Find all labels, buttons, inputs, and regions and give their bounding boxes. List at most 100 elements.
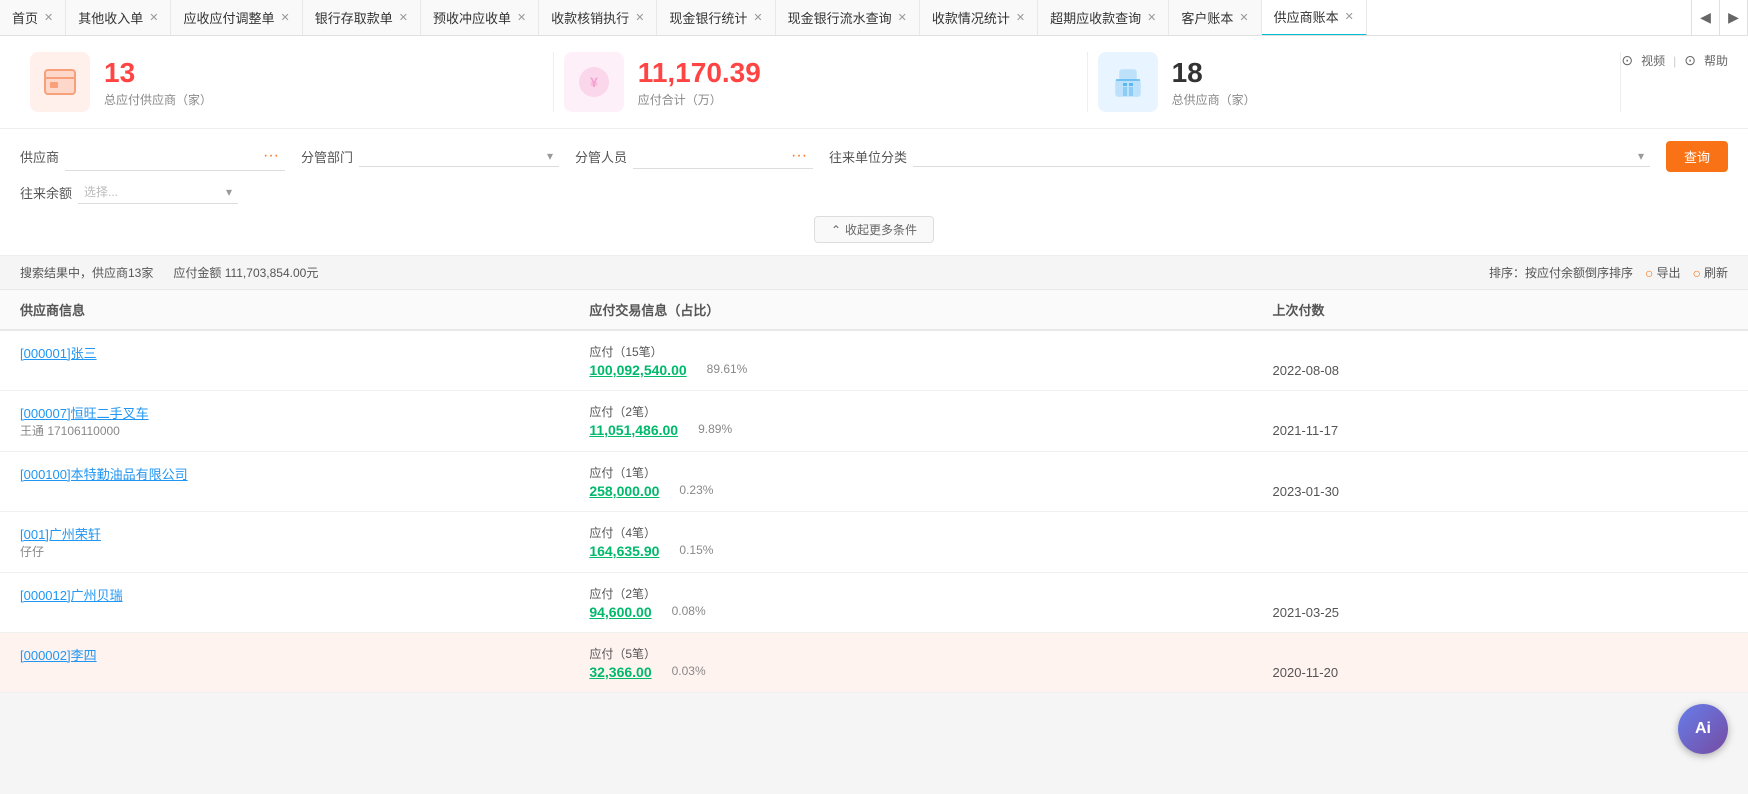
trans-label-4: 应付（2笔） [589, 585, 1272, 602]
summary-payable-number: 13 [104, 56, 212, 90]
category-select[interactable]: ▾ [913, 146, 1650, 167]
nav-tab-custbook[interactable]: 客户账本 ✕ [1169, 0, 1261, 36]
supplier-dots[interactable]: ··· [263, 147, 279, 165]
export-button[interactable]: ○ 导出 [1645, 264, 1680, 281]
refresh-button[interactable]: ○ 刷新 [1693, 264, 1728, 281]
nav-tab-income[interactable]: 其他收入单 ✕ [66, 0, 171, 36]
collapse-button[interactable]: ⌃ 收起更多条件 [814, 216, 934, 243]
table-body: [000001]张三 应付（15笔） 100,092,540.00 89.61%… [0, 331, 1748, 693]
dept-select[interactable]: ▾ [359, 146, 559, 167]
trans-label-5: 应付（5笔） [589, 645, 1272, 662]
help-link[interactable]: 帮助 [1704, 52, 1728, 69]
supplier-input[interactable] [71, 146, 259, 167]
trans-amount-0[interactable]: 100,092,540.00 [589, 362, 686, 378]
nav-tab-cashflow-close[interactable]: ✕ [898, 11, 907, 24]
refresh-circle-icon: ○ [1693, 265, 1701, 281]
header-transaction: 应付交易信息（占比） [589, 300, 1272, 319]
nav-tab-presale-close[interactable]: ✕ [517, 11, 526, 24]
nav-tab-supplierbook-close[interactable]: ✕ [1345, 10, 1354, 23]
nav-tab-home[interactable]: 首页 ✕ [0, 0, 66, 36]
results-amount-text: 应付金额 111,703,854.00元 [173, 264, 318, 281]
nav-tab-receivstat-close[interactable]: ✕ [1016, 11, 1025, 24]
filter-bar: 供应商 ··· 分管部门 ▾ 分管人员 ··· 往来单位分类 ▾ [0, 129, 1748, 256]
trans-label-0: 应付（15笔） [589, 343, 1272, 360]
nav-tab-cashflow[interactable]: 现金银行流水查询 ✕ [776, 0, 920, 36]
supplier-link-3[interactable]: [001]广州荣轩 [20, 524, 589, 543]
nav-tab-supplierbook[interactable]: 供应商账本 ✕ [1262, 0, 1367, 36]
nav-tab-verify-label: 收款核销执行 [551, 8, 629, 27]
results-summary-text: 搜索结果中，供应商13家 [20, 264, 153, 281]
transaction-info-3: 应付（4笔） 164,635.90 0.15% [589, 524, 1272, 559]
video-link[interactable]: 视频 [1641, 52, 1665, 69]
search-button[interactable]: 查询 [1666, 141, 1728, 172]
nav-tab-overdue-close[interactable]: ✕ [1147, 11, 1156, 24]
nav-tab-bank-label: 银行存取款单 [315, 8, 393, 27]
summary-amount-label: 应付合计（万） [638, 91, 761, 108]
top-navigation: 首页 ✕ 其他收入单 ✕ 应收应付调整单 ✕ 银行存取款单 ✕ 预收冲应收单 ✕… [0, 0, 1748, 36]
results-actions: 排序：按应付余额倒序排序 ○ 导出 ○ 刷新 [1489, 264, 1728, 281]
supplier-info-5: [000002]李四 [20, 645, 589, 664]
supplier-sub-3: 仔仔 [20, 545, 44, 559]
nav-tab-verify[interactable]: 收款核销执行 ✕ [539, 0, 657, 36]
transaction-info-4: 应付（2笔） 94,600.00 0.08% [589, 585, 1272, 620]
supplier-link-4[interactable]: [000012]广州贝瑞 [20, 585, 589, 604]
trans-amount-5[interactable]: 32,366.00 [589, 664, 651, 680]
filter-row-1: 供应商 ··· 分管部门 ▾ 分管人员 ··· 往来单位分类 ▾ [20, 141, 1728, 172]
nav-tab-presale[interactable]: 预收冲应收单 ✕ [421, 0, 539, 36]
filter-dept: 分管部门 ▾ [301, 146, 559, 167]
sort-label[interactable]: 排序：按应付余额倒序排序 [1489, 264, 1633, 281]
person-dots[interactable]: ··· [791, 147, 807, 165]
trans-pct-0: 89.61% [707, 362, 748, 376]
last-pay-1: 2021-11-17 [1273, 403, 1728, 438]
transaction-info-5: 应付（5笔） 32,366.00 0.03% [589, 645, 1272, 680]
supplier-link-0[interactable]: [000001]张三 [20, 343, 589, 362]
nav-tab-home-close[interactable]: ✕ [44, 11, 53, 24]
data-table: 供应商信息 应付交易信息（占比） 上次付数 [000001]张三 应付（15笔）… [0, 290, 1748, 693]
supplier-link-2[interactable]: [000100]本特勤油品有限公司 [20, 464, 589, 483]
balance-select[interactable]: 选择... ▾ [78, 180, 238, 204]
nav-tab-adjust[interactable]: 应收应付调整单 ✕ [171, 0, 302, 36]
transaction-info-2: 应付（1笔） 258,000.00 0.23% [589, 464, 1272, 499]
supplier-info-4: [000012]广州贝瑞 [20, 585, 589, 604]
supplier-select[interactable]: ··· [65, 143, 285, 171]
trans-label-3: 应付（4笔） [589, 524, 1272, 541]
nav-tab-income-close[interactable]: ✕ [149, 11, 158, 24]
trans-pct-1: 9.89% [698, 422, 732, 436]
nav-tab-bank-close[interactable]: ✕ [399, 11, 408, 24]
filter-row-2: 往来余额 选择... ▾ [20, 180, 1728, 204]
filter-supplier: 供应商 ··· [20, 143, 285, 171]
filter-category: 往来单位分类 ▾ [829, 146, 1650, 167]
top-right-links: ⊙ 视频 | ⊙ 帮助 [1621, 52, 1728, 69]
summary-amount-number: 11,170.39 [638, 56, 761, 90]
nav-tab-cashstat-close[interactable]: ✕ [753, 11, 762, 24]
trans-row-3: 164,635.90 0.15% [589, 541, 1272, 559]
supplier-info-1: [000007]恒旺二手叉车 王通 17106110000 [20, 403, 589, 439]
nav-tab-receivstat[interactable]: 收款情况统计 ✕ [920, 0, 1038, 36]
nav-tab-overdue[interactable]: 超期应收款查询 ✕ [1038, 0, 1169, 36]
supplier-link-1[interactable]: [000007]恒旺二手叉车 [20, 403, 589, 422]
nav-next-arrow[interactable]: ▶ [1720, 0, 1748, 36]
nav-tab-bank[interactable]: 银行存取款单 ✕ [303, 0, 421, 36]
supplier-sub-1: 王通 17106110000 [20, 424, 120, 438]
summary-total-label: 总供应商（家） [1172, 91, 1256, 108]
nav-tab-adjust-close[interactable]: ✕ [280, 11, 289, 24]
nav-tab-verify-close[interactable]: ✕ [635, 11, 644, 24]
nav-tab-custbook-close[interactable]: ✕ [1239, 11, 1248, 24]
total-supplier-icon [1098, 52, 1158, 112]
nav-tab-adjust-label: 应收应付调整单 [183, 8, 274, 27]
svg-text:¥: ¥ [590, 74, 598, 90]
supplier-link-5[interactable]: [000002]李四 [20, 645, 589, 664]
trans-amount-1[interactable]: 11,051,486.00 [589, 422, 678, 438]
results-summary: 搜索结果中，供应商13家 应付金额 111,703,854.00元 [20, 264, 318, 281]
trans-amount-3[interactable]: 164,635.90 [589, 543, 659, 559]
person-select[interactable]: ··· [633, 144, 813, 169]
summary-card-payable-suppliers: 13 总应付供应商（家） [20, 52, 554, 112]
nav-tab-cashstat[interactable]: 现金银行统计 ✕ [657, 0, 775, 36]
trans-row-1: 11,051,486.00 9.89% [589, 420, 1272, 438]
trans-amount-4[interactable]: 94,600.00 [589, 604, 651, 620]
trans-amount-2[interactable]: 258,000.00 [589, 483, 659, 499]
payable-amount-icon: ¥ [564, 52, 624, 112]
nav-prev-arrow[interactable]: ◀ [1692, 0, 1720, 36]
nav-tab-presale-label: 预收冲应收单 [433, 8, 511, 27]
ai-button[interactable]: Ai [1678, 704, 1728, 754]
